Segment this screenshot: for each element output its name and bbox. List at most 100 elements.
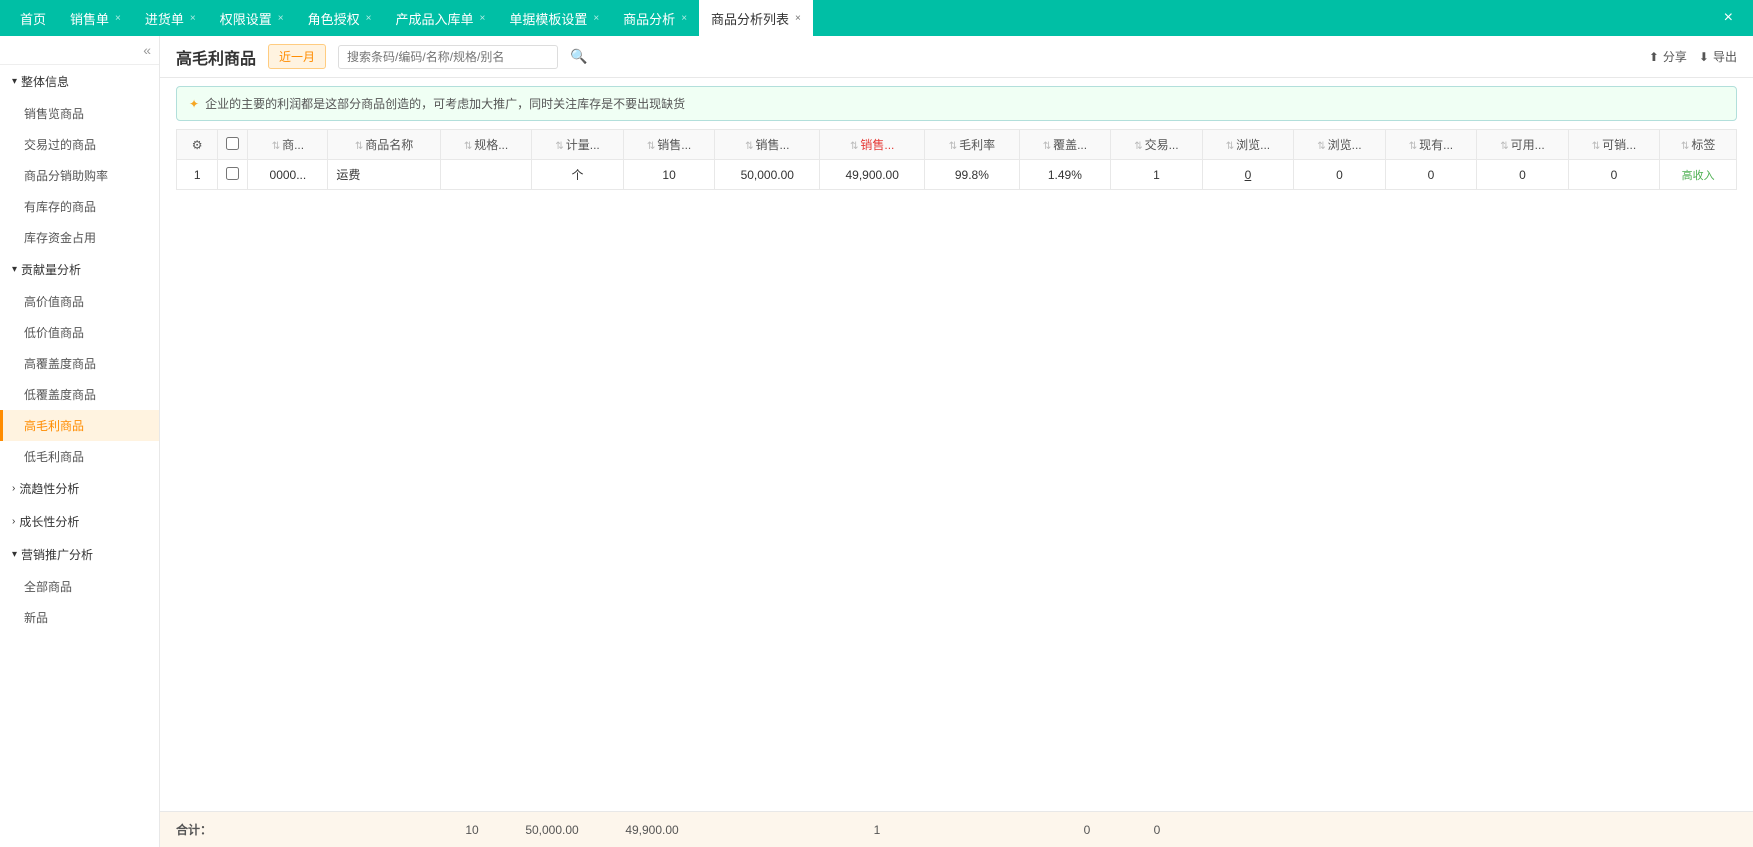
expand-arrow-icon: ▾ xyxy=(12,264,17,275)
sidebar-item-sales-overview[interactable]: 销售览商品 xyxy=(0,98,159,129)
sidebar-group-contribution[interactable]: ▾ 贡献量分析 xyxy=(0,253,159,286)
footer-label: 合计： xyxy=(176,821,212,838)
col-sales1[interactable]: ⇅销售... xyxy=(623,130,715,160)
row-available: 0 xyxy=(1477,160,1569,190)
nav-item-purchase[interactable]: 进货单 × xyxy=(133,0,208,36)
table-wrapper[interactable]: ⚙ ⇅商... ⇅商品名称 ⇅规格... ⇅计量... ⇅销售... ⇅销售..… xyxy=(160,129,1753,811)
col-sales3[interactable]: ⇅销售... xyxy=(820,130,925,160)
close-icon[interactable]: × xyxy=(479,13,485,24)
col-transactions[interactable]: ⇅交易... xyxy=(1111,130,1203,160)
sidebar-item-inventory-fund[interactable]: 库存资金占用 xyxy=(0,222,159,253)
close-icon[interactable]: × xyxy=(278,13,284,24)
row-sales2: 50,000.00 xyxy=(715,160,820,190)
search-button[interactable]: 🔍 xyxy=(570,48,587,65)
col-available[interactable]: ⇅可用... xyxy=(1477,130,1569,160)
footer-current: 0 xyxy=(1052,823,1122,837)
nav-item-home[interactable]: 首页 xyxy=(8,0,58,36)
close-icon[interactable]: × xyxy=(190,13,196,24)
sidebar-item-in-stock[interactable]: 有库存的商品 xyxy=(0,191,159,222)
expand-arrow-icon: ▾ xyxy=(12,76,17,87)
col-gross-rate[interactable]: ⇅毛利率 xyxy=(925,130,1020,160)
sidebar-item-new-products[interactable]: 新品 xyxy=(0,602,159,633)
table-row: 1 0000... 运费 个 10 50,000.00 49,900.00 99… xyxy=(177,160,1737,190)
nav-item-roles[interactable]: 角色授权 × xyxy=(296,0,384,36)
collapse-button[interactable]: « xyxy=(143,42,151,58)
sidebar-item-high-value[interactable]: 高价值商品 xyxy=(0,286,159,317)
sidebar-group-trend[interactable]: › 流趋性分析 xyxy=(0,472,159,505)
sidebar-item-distribution[interactable]: 商品分销助购率 xyxy=(0,160,159,191)
footer-sales2: 50,000.00 xyxy=(502,823,602,837)
share-button[interactable]: ⬆ 分享 xyxy=(1649,48,1687,65)
col-unit[interactable]: ⇅计量... xyxy=(532,130,624,160)
col-sellable[interactable]: ⇅可销... xyxy=(1568,130,1660,160)
row-sales3: 49,900.00 xyxy=(820,160,925,190)
sidebar-group-marketing[interactable]: ▾ 营销推广分析 xyxy=(0,538,159,571)
nav-item-products[interactable]: 产成品入库单 × xyxy=(383,0,497,36)
page-title: 高毛利商品 xyxy=(176,45,256,69)
row-browse2: 0 xyxy=(1294,160,1386,190)
nav-item-sales[interactable]: 销售单 × xyxy=(58,0,133,36)
expand-arrow-icon: › xyxy=(12,483,15,494)
close-icon[interactable]: × xyxy=(593,13,599,24)
sidebar-item-low-margin[interactable]: 低毛利商品 xyxy=(0,441,159,472)
sidebar-item-low-coverage[interactable]: 低覆盖度商品 xyxy=(0,379,159,410)
col-settings[interactable]: ⚙ xyxy=(177,130,218,160)
nav-item-analysis[interactable]: 商品分析 × xyxy=(611,0,699,36)
col-code[interactable]: ⇅商... xyxy=(248,130,328,160)
col-name[interactable]: ⇅商品名称 xyxy=(328,130,440,160)
col-checkbox[interactable] xyxy=(218,130,248,160)
sidebar-item-high-coverage[interactable]: 高覆盖度商品 xyxy=(0,348,159,379)
col-spec[interactable]: ⇅规格... xyxy=(440,130,532,160)
footer-available: 0 xyxy=(1122,823,1192,837)
row-transactions: 1 xyxy=(1111,160,1203,190)
filter-button[interactable]: 近一月 xyxy=(268,44,326,69)
row-gross-rate: 99.8% xyxy=(925,160,1020,190)
row-unit: 个 xyxy=(532,160,624,190)
row-checkbox-input[interactable] xyxy=(226,167,239,180)
select-all-checkbox[interactable] xyxy=(226,137,239,150)
share-icon: ⬆ xyxy=(1649,50,1659,64)
export-icon: ⬇ xyxy=(1699,50,1709,64)
col-sales2[interactable]: ⇅销售... xyxy=(715,130,820,160)
sidebar-item-low-value[interactable]: 低价值商品 xyxy=(0,317,159,348)
nav-item-analysis-list[interactable]: 商品分析列表 × xyxy=(699,0,813,36)
col-coverage[interactable]: ⇅覆盖... xyxy=(1019,130,1111,160)
nav-item-permissions[interactable]: 权限设置 × xyxy=(208,0,296,36)
row-coverage: 1.49% xyxy=(1019,160,1111,190)
sidebar-group-overall[interactable]: ▾ 整体信息 xyxy=(0,65,159,98)
window-close-button[interactable]: × xyxy=(1712,9,1745,27)
row-code: 0000... xyxy=(248,160,328,190)
row-current: 0 xyxy=(1385,160,1477,190)
col-current[interactable]: ⇅现有... xyxy=(1385,130,1477,160)
sidebar-group-growth[interactable]: › 成长性分析 xyxy=(0,505,159,538)
row-num: 1 xyxy=(177,160,218,190)
sidebar-item-high-margin[interactable]: 高毛利商品 xyxy=(0,410,159,441)
main-layout: « ▾ 整体信息 销售览商品 交易过的商品 商品分销助购率 有库存的商品 库存资… xyxy=(0,36,1753,847)
row-spec xyxy=(440,160,532,190)
footer-bar: 合计： 10 50,000.00 49,900.00 1 0 0 xyxy=(160,811,1753,847)
sidebar-item-all-products[interactable]: 全部商品 xyxy=(0,571,159,602)
col-tag[interactable]: ⇅标签 xyxy=(1660,130,1737,160)
footer-transactions: 1 xyxy=(842,823,912,837)
content-header: 高毛利商品 近一月 🔍 ⬆ 分享 ⬇ 导出 xyxy=(160,36,1753,78)
close-icon[interactable]: × xyxy=(366,13,372,24)
row-tag: 高收入 xyxy=(1660,160,1737,190)
col-browse2[interactable]: ⇅浏览... xyxy=(1294,130,1386,160)
search-input[interactable] xyxy=(338,45,558,69)
col-browse1[interactable]: ⇅浏览... xyxy=(1202,130,1294,160)
expand-arrow-icon: ▾ xyxy=(12,549,17,560)
sidebar: « ▾ 整体信息 销售览商品 交易过的商品 商品分销助购率 有库存的商品 库存资… xyxy=(0,36,160,847)
row-sales1: 10 xyxy=(623,160,715,190)
data-table: ⚙ ⇅商... ⇅商品名称 ⇅规格... ⇅计量... ⇅销售... ⇅销售..… xyxy=(176,129,1737,190)
expand-arrow-icon: › xyxy=(12,516,15,527)
row-name: 运费 xyxy=(328,160,440,190)
sidebar-item-traded[interactable]: 交易过的商品 xyxy=(0,129,159,160)
info-banner: ✦ 企业的主要的利润都是这部分商品创造的，可考虑加大推广，同时关注库存是不要出现… xyxy=(176,86,1737,121)
nav-item-templates[interactable]: 单据模板设置 × xyxy=(497,0,611,36)
row-checkbox[interactable] xyxy=(218,160,248,190)
close-icon[interactable]: × xyxy=(795,13,801,24)
export-button[interactable]: ⬇ 导出 xyxy=(1699,48,1737,65)
close-icon[interactable]: × xyxy=(681,13,687,24)
row-browse1[interactable]: 0 xyxy=(1202,160,1294,190)
close-icon[interactable]: × xyxy=(115,13,121,24)
